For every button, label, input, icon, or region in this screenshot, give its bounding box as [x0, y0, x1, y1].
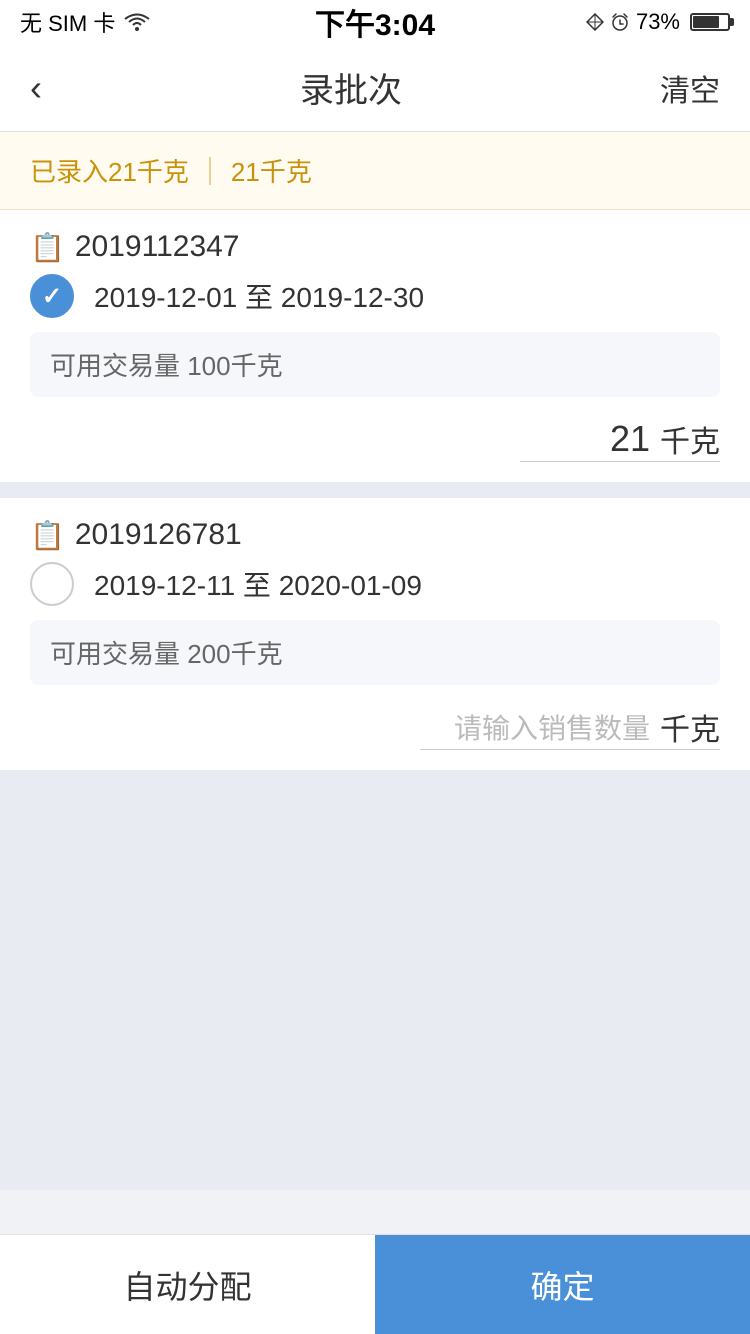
banner-divider — [209, 157, 211, 185]
batch1-amount-value: 21 — [610, 418, 650, 460]
batch1-date: 2019-12-01 至 2019-12-30 — [94, 276, 424, 316]
batch1-header: 📋 2019112347 — [30, 230, 720, 264]
batch2-header: 📋 2019126781 — [30, 518, 720, 552]
info-banner: 已录入21千克 21千克 — [0, 132, 750, 210]
battery-icon — [690, 13, 730, 31]
batch1-amount-row: 21 千克 — [0, 397, 750, 461]
bottom-bar: 自动分配 确定 — [0, 1234, 750, 1334]
recorded-qty-value: 21千克 — [231, 152, 312, 189]
alarm-icon — [610, 12, 630, 32]
batch2-underline-row — [0, 749, 750, 770]
confirm-button[interactable]: 确定 — [375, 1235, 750, 1334]
status-right: 73% — [586, 9, 730, 35]
batch2-icon: 📋 — [30, 519, 65, 552]
batch2-input-row: 请输入销售数量 千克 — [0, 685, 750, 749]
status-left: 无 SIM 卡 — [20, 6, 151, 38]
wifi-icon — [123, 12, 151, 32]
status-bar: 无 SIM 卡 下午3:04 73% — [0, 0, 750, 44]
batch1-available-qty: 可用交易量 100千克 — [30, 332, 720, 397]
batch1-date-row[interactable]: 2019-12-01 至 2019-12-30 — [30, 274, 720, 318]
page-title: 录批次 — [300, 63, 402, 112]
batch1-underline — [520, 461, 720, 462]
back-button[interactable]: ‹ — [30, 67, 42, 109]
battery-percent: 73% — [636, 9, 680, 35]
sim-label: 无 SIM 卡 — [20, 6, 115, 38]
status-time: 下午3:04 — [315, 0, 435, 44]
nav-bar: ‹ 录批次 清空 — [0, 44, 750, 132]
batch-card-2: 📋 2019126781 2019-12-11 至 2020-01-09 可用交… — [0, 498, 750, 770]
batch2-underline — [420, 749, 720, 750]
batch1-radio[interactable] — [30, 274, 74, 318]
recorded-qty-label: 已录入21千克 — [30, 152, 189, 189]
batch2-date-row[interactable]: 2019-12-11 至 2020-01-09 — [30, 562, 720, 606]
batch1-amount-unit: 千克 — [660, 417, 720, 461]
auto-distribute-button[interactable]: 自动分配 — [0, 1235, 375, 1334]
clear-button[interactable]: 清空 — [660, 66, 720, 110]
location-icon — [586, 13, 604, 31]
batch-card-1: 📋 2019112347 2019-12-01 至 2019-12-30 可用交… — [0, 210, 750, 482]
batch2-radio[interactable] — [30, 562, 74, 606]
content-area: 📋 2019112347 2019-12-01 至 2019-12-30 可用交… — [0, 210, 750, 1190]
empty-area — [0, 770, 750, 1190]
batch2-input-unit: 千克 — [660, 705, 720, 749]
batch1-id: 2019112347 — [75, 230, 240, 264]
section-separator — [0, 482, 750, 498]
batch2-id: 2019126781 — [75, 518, 242, 552]
batch2-date: 2019-12-11 至 2020-01-09 — [94, 564, 422, 604]
batch2-input-placeholder: 请输入销售数量 — [454, 707, 650, 747]
batch1-underline-row — [0, 461, 750, 482]
batch2-available-qty: 可用交易量 200千克 — [30, 620, 720, 685]
batch1-icon: 📋 — [30, 231, 65, 264]
